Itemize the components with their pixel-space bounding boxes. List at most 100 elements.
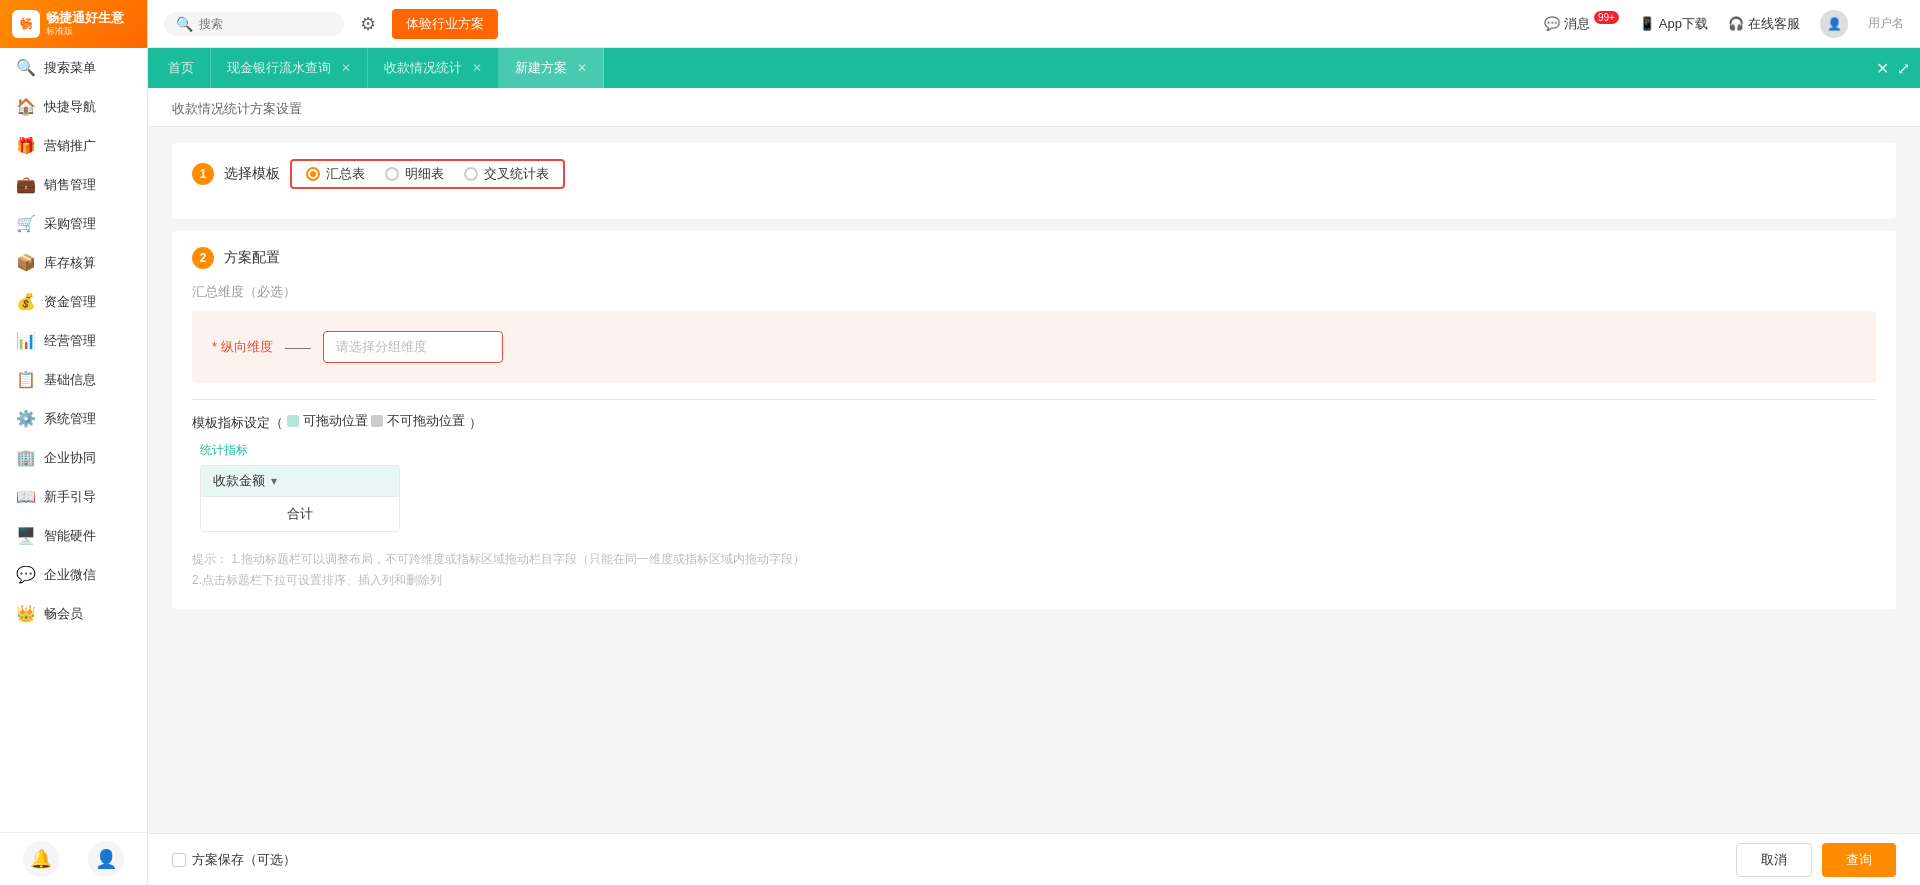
tip2: 2.点击标题栏下拉可设置排序、插入列和删除列 (192, 572, 1876, 589)
sidebar-item-guide[interactable]: 📖 新手引导 (0, 477, 147, 516)
topbar-search[interactable]: 🔍 (164, 12, 344, 36)
tab-receipt-stat-label: 收款情况统计 (384, 59, 462, 77)
save-checkbox[interactable] (172, 853, 186, 867)
inventory-icon: 📦 (16, 253, 36, 272)
topbar: 🔍 ⚙ 体验行业方案 💬 消息 99+ 📱 App下载 🎧 在线客服 👤 用户名 (148, 0, 1920, 48)
radio-summary[interactable]: 汇总表 (306, 165, 365, 183)
support-icon: 🎧 (1728, 16, 1744, 31)
metric-table-header[interactable]: 收款金额 ▾ (201, 466, 399, 496)
message-badge: 99+ (1594, 11, 1619, 24)
metric-label-text: 模板指标设定（ 可拖动位置 不可拖动位置 ） (192, 412, 482, 432)
metric-table: 收款金额 ▾ 合计 (200, 465, 400, 532)
support-btn[interactable]: 🎧 在线客服 (1728, 15, 1800, 33)
step1-num: 1 (192, 163, 214, 185)
metric-section-label: 统计指标 (200, 442, 1876, 459)
radio-summary-btn[interactable] (306, 167, 320, 181)
sidebar-item-label: 采购管理 (44, 215, 96, 233)
tab-home[interactable]: 首页 (148, 48, 211, 88)
tab-expand-icon[interactable]: ⤢ (1897, 59, 1910, 78)
drag-legend-label: 可拖动位置 (303, 412, 368, 430)
content-body: 1 选择模板 汇总表 明细表 (148, 127, 1920, 637)
nodrag-legend-dot (371, 415, 383, 427)
chevron-down-icon[interactable]: ▾ (271, 474, 277, 488)
smart-hw-icon: 🖥️ (16, 526, 36, 545)
save-label: 方案保存（可选） (192, 851, 296, 869)
gift-icon: 🎁 (16, 136, 36, 155)
template-select-area: 汇总表 明细表 交叉统计表 (290, 159, 565, 189)
tab-receipt-stat-close[interactable]: ✕ (472, 61, 482, 75)
gear-icon[interactable]: ⚙ (360, 13, 376, 35)
tab-home-label: 首页 (168, 59, 194, 77)
sidebar-item-label: 快捷导航 (44, 98, 96, 116)
step2-num: 2 (192, 247, 214, 269)
tab-bank-flow-close[interactable]: ✕ (341, 61, 351, 75)
support-label: 在线客服 (1748, 15, 1800, 33)
member-icon: 👑 (16, 604, 36, 623)
radio-detail[interactable]: 明细表 (385, 165, 444, 183)
tab-receipt-stat[interactable]: 收款情况统计 ✕ (368, 48, 499, 88)
dimension-area: * 纵向维度 —— 请选择分组维度 (192, 311, 1876, 383)
step1-title: 选择模板 (224, 165, 280, 183)
metric-label: 模板指标设定（ 可拖动位置 不可拖动位置 ） (192, 412, 1876, 432)
sidebar-item-basic-info[interactable]: 📋 基础信息 (0, 360, 147, 399)
step2-title: 方案配置 (224, 249, 280, 267)
sidebar-item-label: 营销推广 (44, 137, 96, 155)
tab-bank-flow[interactable]: 现金银行流水查询 ✕ (211, 48, 368, 88)
operation-icon: 📊 (16, 331, 36, 350)
download-btn[interactable]: 📱 App下载 (1639, 15, 1708, 33)
query-button[interactable]: 查询 (1822, 843, 1896, 877)
radio-cross[interactable]: 交叉统计表 (464, 165, 549, 183)
topbar-right: 💬 消息 99+ 📱 App下载 🎧 在线客服 👤 用户名 (1544, 10, 1904, 38)
sidebar-item-label: 新手引导 (44, 488, 96, 506)
download-icon: 📱 (1639, 16, 1655, 31)
radio-detail-label: 明细表 (405, 165, 444, 183)
message-label: 消息 (1564, 15, 1590, 33)
tip1: 提示： 1.拖动标题栏可以调整布局，不可跨维度或指标区域拖动栏目字段（只能在同一… (192, 551, 1876, 568)
user-avatar[interactable]: 👤 (1820, 10, 1848, 38)
finance-icon: 💰 (16, 292, 36, 311)
sales-icon: 💼 (16, 175, 36, 194)
step2-header: 2 方案配置 (192, 247, 1876, 269)
tab-close-all-icon[interactable]: ✕ (1876, 59, 1889, 78)
sidebar-footer-btn-2[interactable]: 👤 (88, 841, 124, 877)
download-label: App下载 (1659, 15, 1708, 33)
message-icon: 💬 (1544, 16, 1560, 31)
radio-summary-label: 汇总表 (326, 165, 365, 183)
message-btn[interactable]: 💬 消息 99+ (1544, 15, 1619, 33)
search-input[interactable] (199, 17, 319, 31)
sidebar-item-system[interactable]: ⚙️ 系统管理 (0, 399, 147, 438)
dimension-placeholder: 请选择分组维度 (336, 339, 427, 354)
sidebar-nav: 🔍 搜索菜单 🏠 快捷导航 🎁 营销推广 💼 销售管理 🛒 采购管理 📦 库存核… (0, 48, 147, 832)
page-header: 收款情况统计方案设置 (148, 88, 1920, 127)
trial-button[interactable]: 体验行业方案 (392, 9, 498, 39)
sidebar-footer-btn-1[interactable]: 🔔 (23, 841, 59, 877)
sidebar-item-enterprise[interactable]: 🏢 企业协同 (0, 438, 147, 477)
sidebar-item-wechat[interactable]: 💬 企业微信 (0, 555, 147, 594)
sidebar-item-quick-nav[interactable]: 🏠 快捷导航 (0, 87, 147, 126)
sidebar-item-smart-hw[interactable]: 🖥️ 智能硬件 (0, 516, 147, 555)
cancel-button[interactable]: 取消 (1736, 843, 1812, 877)
sidebar-item-inventory[interactable]: 📦 库存核算 (0, 243, 147, 282)
save-check[interactable]: 方案保存（可选） (172, 851, 296, 869)
radio-cross-btn[interactable] (464, 167, 478, 181)
sidebar-item-operation[interactable]: 📊 经营管理 (0, 321, 147, 360)
tab-new-plan[interactable]: 新建方案 ✕ (499, 48, 604, 88)
tab-new-plan-close[interactable]: ✕ (577, 61, 587, 75)
metric-header-text: 收款金额 (213, 472, 265, 490)
dimension-select[interactable]: 请选择分组维度 (323, 331, 503, 363)
sidebar-item-marketing[interactable]: 🎁 营销推广 (0, 126, 147, 165)
sidebar-item-search-menu[interactable]: 🔍 搜索菜单 (0, 48, 147, 87)
radio-detail-btn[interactable] (385, 167, 399, 181)
sidebar-item-member[interactable]: 👑 畅会员 (0, 594, 147, 633)
sidebar-item-finance[interactable]: 💰 资金管理 (0, 282, 147, 321)
dimension-label: 汇总维度（必选） (192, 283, 1876, 301)
sidebar-item-sales[interactable]: 💼 销售管理 (0, 165, 147, 204)
divider (192, 399, 1876, 400)
dimension-row-label: * 纵向维度 (212, 338, 273, 356)
search-icon: 🔍 (176, 16, 193, 32)
radio-cross-label: 交叉统计表 (484, 165, 549, 183)
tab-new-plan-label: 新建方案 (515, 59, 567, 77)
sidebar-item-purchase[interactable]: 🛒 采购管理 (0, 204, 147, 243)
dimension-required: （必选） (244, 284, 296, 299)
purchase-icon: 🛒 (16, 214, 36, 233)
